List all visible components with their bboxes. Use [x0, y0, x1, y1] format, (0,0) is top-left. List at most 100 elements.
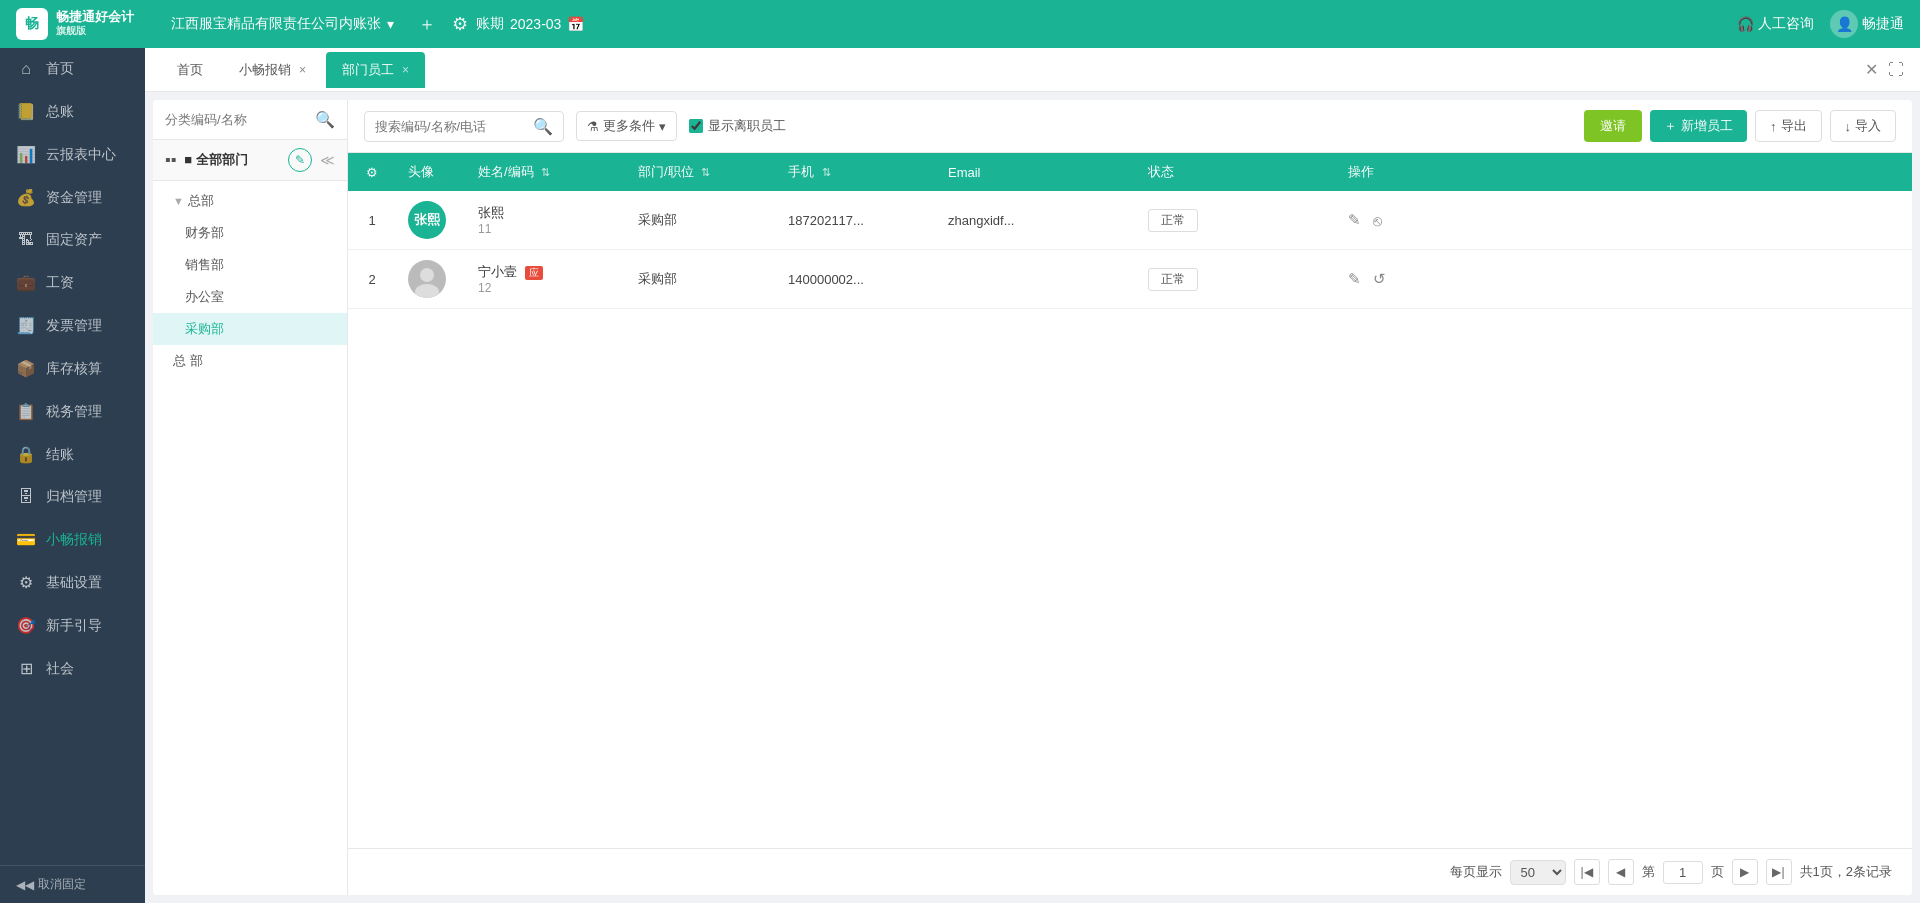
avatar: 张熙 [408, 201, 446, 239]
row-email [936, 250, 1136, 309]
row-no: 2 [348, 250, 396, 309]
page-number-input[interactable] [1663, 861, 1703, 884]
sidebar-item-payroll[interactable]: 💼 工资 [0, 261, 145, 304]
show-resigned-checkbox[interactable] [689, 119, 703, 133]
per-page-select[interactable]: 50 10 20 100 [1510, 860, 1566, 885]
tab-bar-right: ✕ ⛶ [1865, 60, 1904, 79]
sidebar-item-settings[interactable]: ⚙ 基础设置 [0, 561, 145, 604]
sidebar-item-tax[interactable]: 📋 税务管理 [0, 390, 145, 433]
sidebar-item-guide[interactable]: 🎯 新手引导 [0, 604, 145, 647]
company-selector[interactable]: 江西服宝精品有限责任公司内账张 ▾ [171, 15, 394, 33]
tab-bar: 首页 小畅报销 × 部门员工 × ✕ ⛶ [145, 48, 1920, 92]
page-content: 🔍 ▪▪ ■ 全部部门 ✎ ≪ ▼ 总部 财务部 [153, 100, 1912, 895]
invite-button[interactable]: 邀请 [1584, 110, 1642, 142]
sidebar-item-label: 社会 [46, 660, 74, 678]
logout-icon[interactable]: ⎋ [1373, 212, 1382, 229]
tab-employees[interactable]: 部门员工 × [326, 52, 425, 88]
table-row: 2 [348, 250, 1912, 309]
collapse-dept-icon[interactable]: ≪ [320, 152, 335, 168]
service-button[interactable]: 🎧 人工咨询 [1737, 15, 1814, 33]
edit-dept-button[interactable]: ✎ [288, 148, 312, 172]
col-settings[interactable]: ⚙ [348, 153, 396, 191]
settings-gear-icon[interactable]: ⚙ [452, 13, 468, 35]
sidebar-item-invoice[interactable]: 🧾 发票管理 [0, 304, 145, 347]
add-employee-button[interactable]: ＋ 新增员工 [1650, 110, 1747, 142]
page-di-label: 第 [1642, 863, 1655, 881]
sidebar-item-label: 发票管理 [46, 317, 102, 335]
import-label: 导入 [1855, 117, 1881, 135]
dept-node-general-root[interactable]: ▼ 总部 [153, 185, 347, 217]
dept-node-purchase[interactable]: 采购部 [153, 313, 347, 345]
employee-search-input[interactable] [375, 119, 527, 134]
tab-expense[interactable]: 小畅报销 × [223, 52, 322, 88]
row-name-cell: 宁小壹 应 12 [466, 250, 626, 309]
employee-name: 宁小壹 应 [478, 263, 614, 281]
dept-node-label: 销售部 [185, 256, 224, 274]
sidebar-item-reports[interactable]: 📊 云报表中心 [0, 133, 145, 176]
edit-icon[interactable]: ✎ [1348, 270, 1361, 288]
dept-value: 采购部 [638, 271, 677, 286]
dept-node-label: 总 部 [173, 352, 203, 370]
import-button[interactable]: ↓ 导入 [1830, 110, 1897, 142]
row-actions: ✎ ⎋ [1336, 191, 1912, 250]
sidebar-item-home[interactable]: ⌂ 首页 [0, 48, 145, 90]
all-dept-label[interactable]: ■ 全部部门 [184, 151, 280, 169]
arrow-down-icon: ▼ [173, 195, 184, 207]
main-layout: ⌂ 首页 📒 总账 📊 云报表中心 💰 资金管理 🏗 固定资产 💼 工资 [0, 48, 1920, 903]
dept-search-input[interactable] [165, 112, 309, 127]
sidebar-item-expense[interactable]: 💳 小畅报销 [0, 518, 145, 561]
service-label: 人工咨询 [1758, 15, 1814, 33]
search-icon[interactable]: 🔍 [533, 117, 553, 136]
more-filter-button[interactable]: ⚗ 更多条件 ▾ [576, 111, 677, 141]
pin-icon: ◀◀ [16, 878, 34, 892]
per-page-label: 每页显示 [1450, 863, 1502, 881]
tab-employees-close[interactable]: × [402, 63, 409, 77]
tab-home[interactable]: 首页 [161, 52, 219, 88]
refresh-icon[interactable]: ↺ [1373, 270, 1386, 288]
add-icon[interactable]: ＋ [418, 12, 436, 36]
prev-page-button[interactable]: ◀ [1608, 859, 1634, 885]
sidebar-item-ledger[interactable]: 📒 总账 [0, 90, 145, 133]
table-toolbar: 🔍 ⚗ 更多条件 ▾ 显示离职员工 邀请 ＋ [348, 100, 1912, 153]
sidebar-item-archive[interactable]: 🗄 归档管理 [0, 476, 145, 518]
row-dept: 采购部 [626, 191, 776, 250]
maximize-icon[interactable]: ⛶ [1888, 61, 1904, 79]
tab-expense-close[interactable]: × [299, 63, 306, 77]
sidebar-item-assets[interactable]: 🏗 固定资产 [0, 219, 145, 261]
close-window-icon[interactable]: ✕ [1865, 60, 1878, 79]
sidebar-item-label: 库存核算 [46, 360, 102, 378]
dept-node-sales[interactable]: 销售部 [153, 249, 347, 281]
dept-node-finance[interactable]: 财务部 [153, 217, 347, 249]
dept-search-icon[interactable]: 🔍 [315, 110, 335, 129]
cancel-pin-button[interactable]: ◀◀ 取消固定 [0, 865, 145, 903]
last-page-button[interactable]: ▶| [1766, 859, 1792, 885]
sidebar-item-label: 小畅报销 [46, 531, 102, 549]
close-period-icon: 🔒 [16, 445, 36, 464]
first-page-button[interactable]: |◀ [1574, 859, 1600, 885]
sidebar-item-social[interactable]: ⊞ 社会 [0, 647, 145, 690]
col-dept[interactable]: 部门/职位 ⇅ [626, 153, 776, 191]
sort-dept-icon: ⇅ [701, 166, 710, 178]
sidebar-item-label: 云报表中心 [46, 146, 116, 164]
export-button[interactable]: ↑ 导出 [1755, 110, 1822, 142]
col-phone[interactable]: 手机 ⇅ [776, 153, 936, 191]
row-status: 正常 [1136, 250, 1336, 309]
dept-node-general[interactable]: 总 部 [153, 345, 347, 377]
edit-icon[interactable]: ✎ [1348, 211, 1361, 229]
dept-node-office[interactable]: 办公室 [153, 281, 347, 313]
sidebar-item-funds[interactable]: 💰 资金管理 [0, 176, 145, 219]
dept-tree: ▼ 总部 财务部 销售部 办公室 采购部 [153, 181, 347, 895]
sidebar-item-inventory[interactable]: 📦 库存核算 [0, 347, 145, 390]
col-name[interactable]: 姓名/编码 ⇅ [466, 153, 626, 191]
calendar-icon[interactable]: 📅 [567, 16, 584, 32]
user-avatar-button[interactable]: 👤 畅捷通 [1830, 10, 1904, 38]
avatar [408, 260, 446, 298]
phone-value: 187202117... [788, 213, 864, 228]
next-page-button[interactable]: ▶ [1732, 859, 1758, 885]
show-resigned-checkbox-label[interactable]: 显示离职员工 [689, 117, 786, 135]
dept-node-label: 财务部 [185, 224, 224, 242]
sidebar-item-label: 首页 [46, 60, 74, 78]
sidebar-item-close[interactable]: 🔒 结账 [0, 433, 145, 476]
cancel-pin-label: 取消固定 [38, 876, 86, 893]
period-value[interactable]: 2023-03 [510, 16, 561, 32]
